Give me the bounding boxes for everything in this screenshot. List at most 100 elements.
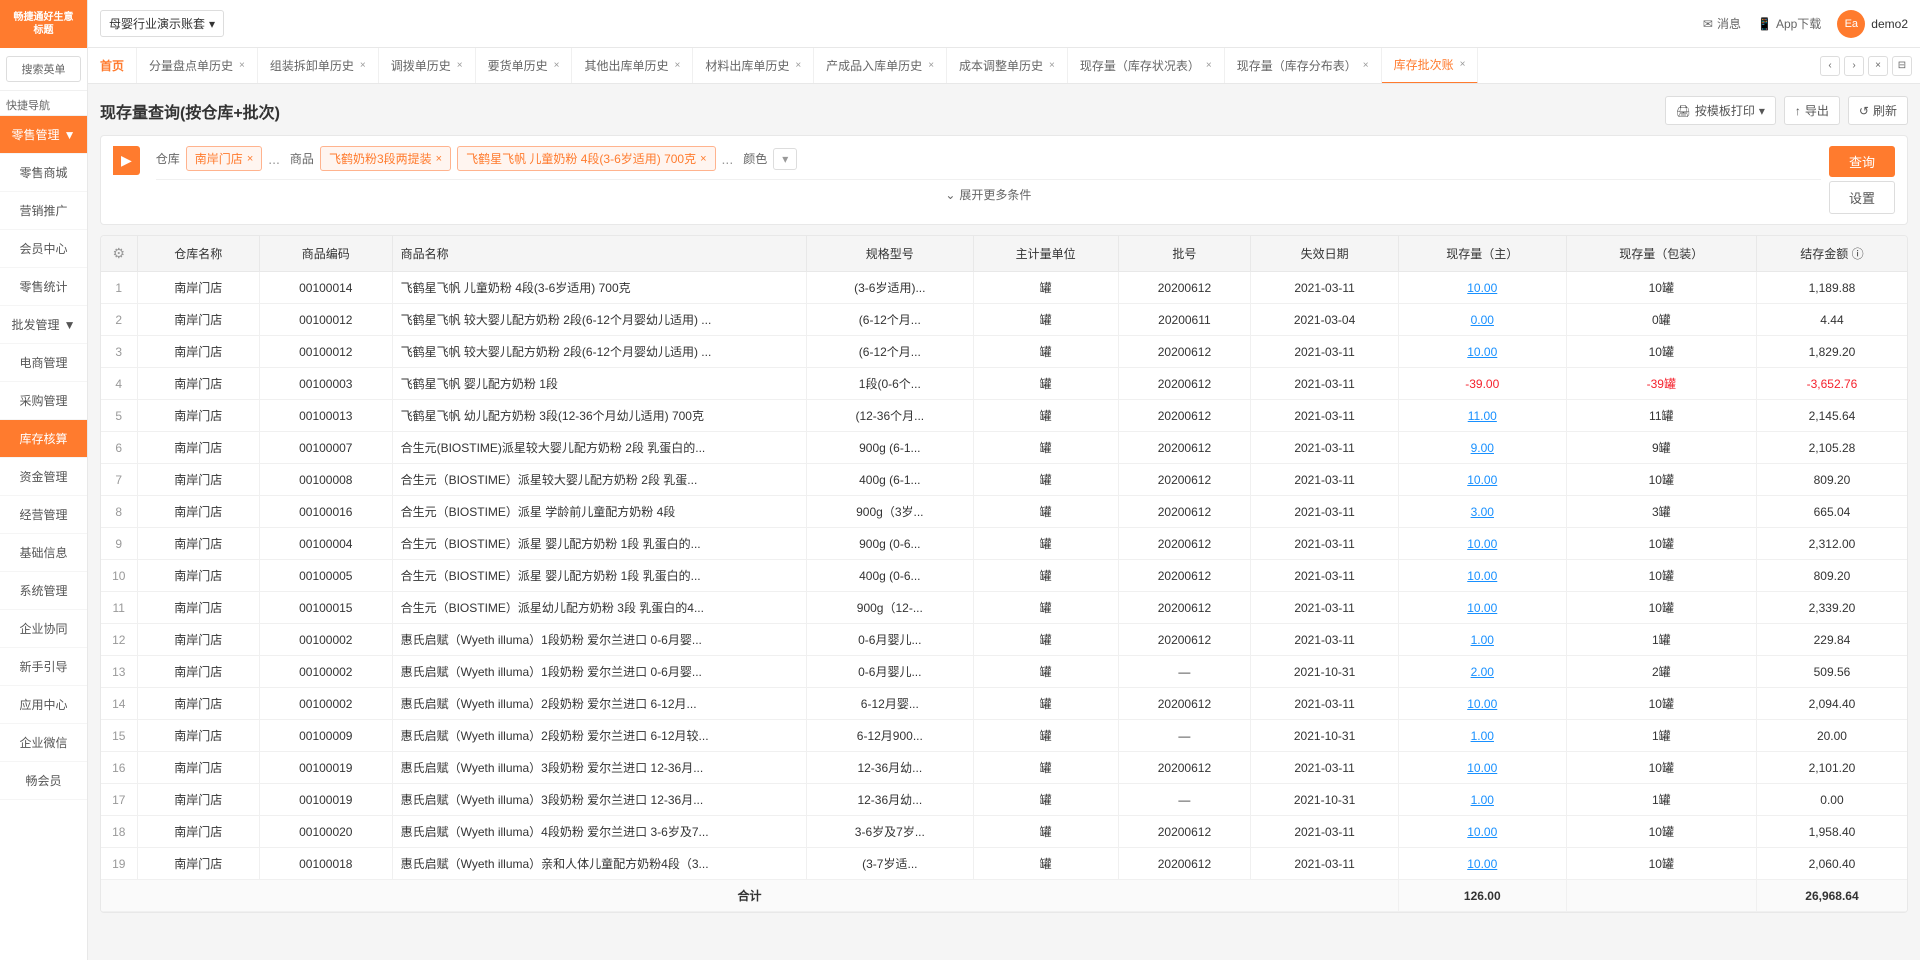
warehouse-tag-close[interactable]: × [247, 153, 253, 165]
template-print-btn[interactable]: 🖨 按模板打印 ▾ [1665, 96, 1776, 125]
app-download-btn[interactable]: 📱 App下载 [1757, 15, 1821, 32]
sidebar-item-enterprise[interactable]: 企业协同 [0, 610, 87, 648]
settings-icon[interactable]: ⚙ [112, 245, 125, 261]
refresh-btn[interactable]: ↺ 刷新 [1848, 96, 1908, 125]
row-product-name: 惠氏启赋（Wyeth illuma）1段奶粉 爱尔兰进口 0-6月婴... [392, 656, 807, 688]
row-qty-main[interactable]: 10.00 [1398, 336, 1566, 368]
warehouse-dots[interactable]: ... [268, 151, 280, 167]
tab-close-icon[interactable]: × [457, 60, 463, 71]
row-qty-main[interactable]: 10.00 [1398, 816, 1566, 848]
settings-btn[interactable]: 设置 [1829, 181, 1895, 214]
row-qty-main[interactable]: 11.00 [1398, 400, 1566, 432]
search-btn[interactable]: 搜索英单 [6, 56, 81, 82]
row-qty-pkg: 10罐 [1566, 592, 1756, 624]
row-qty-main[interactable]: 10.00 [1398, 592, 1566, 624]
product-tag1-close[interactable]: × [436, 153, 442, 165]
row-qty-main[interactable]: 9.00 [1398, 432, 1566, 464]
row-qty-main[interactable]: 0.00 [1398, 304, 1566, 336]
warehouse-tag[interactable]: 南岸门店 × [186, 146, 262, 171]
tab-close-icon[interactable]: × [1206, 60, 1212, 71]
tab-batch-voucher[interactable]: 库存批次账 × [1382, 48, 1479, 84]
sidebar-item-retail-mall[interactable]: 零售商城 [0, 154, 87, 192]
sidebar-item-label: 电商管理 [19, 354, 67, 371]
tabs-menu-btn[interactable]: ⊟ [1892, 56, 1912, 76]
tab-close-icon[interactable]: × [795, 60, 801, 71]
workspace-selector[interactable]: 母婴行业演示账套 ▾ [100, 10, 224, 37]
tab-product-in-history[interactable]: 产成品入库单历史 × [814, 48, 947, 84]
product-dots[interactable]: ... [722, 151, 734, 167]
color-dropdown-icon[interactable]: ▾ [773, 148, 797, 170]
tab-home[interactable]: 首页 [88, 48, 137, 84]
sidebar-item-operations[interactable]: 经营管理 [0, 496, 87, 534]
tab-cost-adjust-history[interactable]: 成本调整单历史 × [947, 48, 1068, 84]
expand-conditions-btn[interactable]: ⌄ 展开更多条件 [945, 186, 1031, 203]
page-actions: 🖨 按模板打印 ▾ ↑ 导出 ↺ 刷新 [1665, 96, 1908, 125]
sidebar-item-marketing[interactable]: 营销推广 [0, 192, 87, 230]
tab-material-out-history[interactable]: 材料出库单历史 × [693, 48, 814, 84]
product-tag-1[interactable]: 飞鹤奶粉3段两提装 × [320, 146, 451, 171]
message-btn[interactable]: ✉ 消息 [1703, 15, 1741, 32]
row-qty-main[interactable]: 10.00 [1398, 688, 1566, 720]
sidebar-item-wholesale[interactable]: 批发管理 ▼ [0, 306, 87, 344]
tab-disassemble-history[interactable]: 组装拆卸单历史 × [258, 48, 379, 84]
row-qty-main[interactable]: 2.00 [1398, 656, 1566, 688]
sidebar-item-vip[interactable]: 畅会员 [0, 762, 87, 800]
row-spec: 6-12月婴... [807, 688, 973, 720]
tab-other-out-history[interactable]: 其他出库单历史 × [572, 48, 693, 84]
tab-label: 首页 [100, 57, 124, 74]
tab-inventory-dist[interactable]: 现存量（库存分布表） × [1225, 48, 1382, 84]
query-btn[interactable]: 查询 [1829, 146, 1895, 177]
row-qty-main[interactable]: -39.00 [1398, 368, 1566, 400]
sidebar-item-member[interactable]: 会员中心 [0, 230, 87, 268]
sidebar-item-apps[interactable]: 应用中心 [0, 686, 87, 724]
tab-close-icon[interactable]: × [674, 60, 680, 71]
tab-close-icon[interactable]: × [360, 60, 366, 71]
tab-close-icon[interactable]: × [1460, 59, 1466, 70]
tab-close-icon[interactable]: × [1363, 60, 1369, 71]
row-qty-main[interactable]: 10.00 [1398, 752, 1566, 784]
sidebar-item-wechat[interactable]: 企业微信 [0, 724, 87, 762]
row-qty-main[interactable]: 10.00 [1398, 848, 1566, 880]
export-btn[interactable]: ↑ 导出 [1784, 96, 1840, 125]
row-qty-main[interactable]: 10.00 [1398, 560, 1566, 592]
filter-expand-arrow[interactable]: ▶ [113, 146, 140, 175]
row-qty-main[interactable]: 3.00 [1398, 496, 1566, 528]
table-row: 13 南岸门店 00100002 惠氏启赋（Wyeth illuma）1段奶粉 … [101, 656, 1907, 688]
row-qty-main[interactable]: 1.00 [1398, 720, 1566, 752]
tab-inventory-status[interactable]: 现存量（库存状况表） × [1068, 48, 1225, 84]
sidebar-item-inventory[interactable]: 库存核算 [0, 420, 87, 458]
username: demo2 [1871, 17, 1908, 31]
tab-close-icon[interactable]: × [928, 60, 934, 71]
row-qty-main[interactable]: 10.00 [1398, 272, 1566, 304]
sidebar-item-label: 会员中心 [19, 240, 67, 257]
tabs-next-btn[interactable]: › [1844, 56, 1864, 76]
tab-mix-history[interactable]: 调拨单历史 × [379, 48, 476, 84]
tab-close-icon[interactable]: × [554, 60, 560, 71]
row-expire: 2021-03-11 [1251, 272, 1399, 304]
sidebar-item-ecommerce[interactable]: 电商管理 [0, 344, 87, 382]
tabs-prev-btn[interactable]: ‹ [1820, 56, 1840, 76]
sidebar-item-basic[interactable]: 基础信息 [0, 534, 87, 572]
user-menu[interactable]: Ea demo2 [1837, 10, 1908, 38]
row-qty-main[interactable]: 10.00 [1398, 528, 1566, 560]
product-tag2-close[interactable]: × [700, 153, 706, 165]
tab-close-icon[interactable]: × [1049, 60, 1055, 71]
sidebar-item-retail-stats[interactable]: 零售统计 [0, 268, 87, 306]
row-warehouse: 南岸门店 [137, 848, 259, 880]
tab-split-history[interactable]: 分量盘点单历史 × [137, 48, 258, 84]
row-qty-main[interactable]: 1.00 [1398, 624, 1566, 656]
sidebar-item-label: 零售统计 [19, 278, 67, 295]
sidebar-item-guide[interactable]: 新手引导 [0, 648, 87, 686]
sidebar-item-purchase[interactable]: 采购管理 [0, 382, 87, 420]
tabs-close-btn[interactable]: × [1868, 56, 1888, 76]
product-tag-2[interactable]: 飞鹤星飞帆 儿童奶粉 4段(3-6岁适用) 700克 × [457, 146, 715, 171]
row-qty-main[interactable]: 1.00 [1398, 784, 1566, 816]
sidebar-item-retail[interactable]: 零售管理 ▼ [0, 116, 87, 154]
row-amount: 1,958.40 [1756, 816, 1907, 848]
sidebar-item-system[interactable]: 系统管理 [0, 572, 87, 610]
row-qty-main[interactable]: 10.00 [1398, 464, 1566, 496]
tab-close-icon[interactable]: × [239, 60, 245, 71]
sidebar-item-finance[interactable]: 资金管理 [0, 458, 87, 496]
tab-requisition-history[interactable]: 要货单历史 × [476, 48, 573, 84]
row-code: 00100003 [259, 368, 392, 400]
